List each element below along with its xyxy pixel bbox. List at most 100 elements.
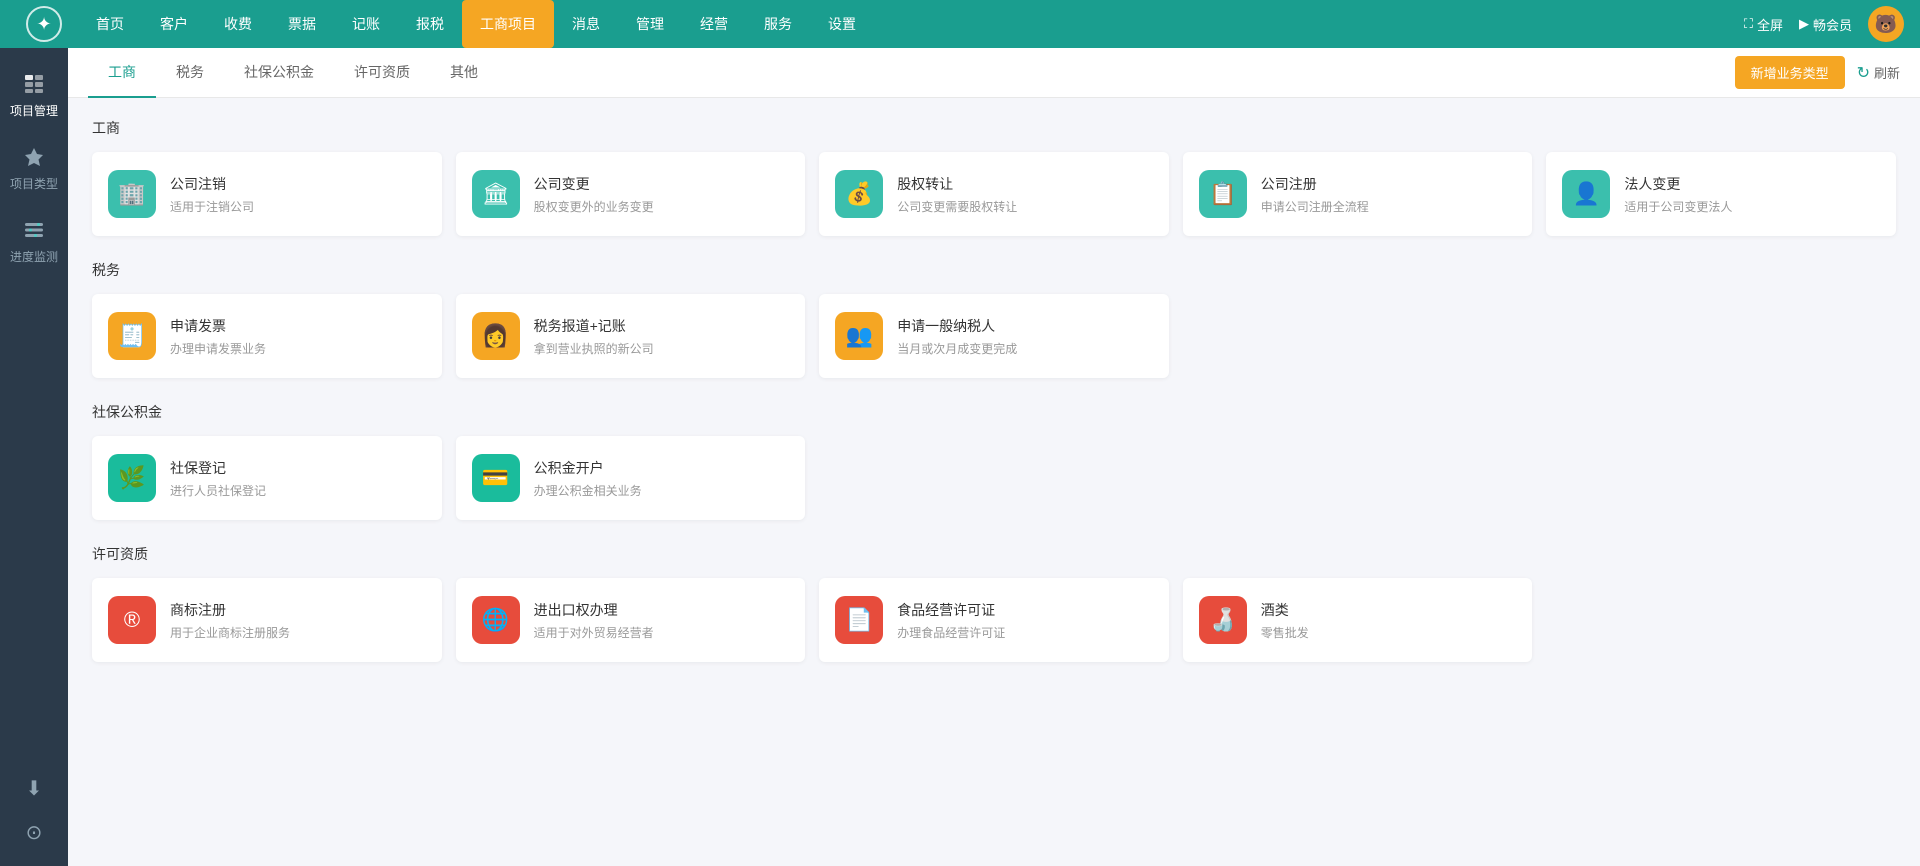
project-type-icon [20,143,48,171]
sidebar-item-project-management[interactable]: 项目管理 [0,58,68,131]
service-card-1-2[interactable]: 👥申请一般纳税人当月或次月成变更完成 [819,294,1169,378]
card-info-3-0: 商标注册用于企业商标注册服务 [170,600,290,641]
sidebar-item-progress[interactable]: 进度监测 [0,204,68,277]
scroll-content[interactable]: 工商🏢公司注销适用于注销公司🏛公司变更股权变更外的业务变更💰股权转让公司变更需要… [68,98,1920,866]
nav-right: ⛶ 全屏 ▶ 畅会员 🐻 [1744,6,1920,42]
nav-item-客户[interactable]: 客户 [142,0,206,48]
nav-item-报税[interactable]: 报税 [398,0,462,48]
card-desc-1-1: 拿到营业执照的新公司 [534,340,654,357]
sidebar: 项目管理 项目类型 进度监测 [0,48,68,866]
card-info-0-0: 公司注销适用于注销公司 [170,174,254,215]
card-title-1-2: 申请一般纳税人 [897,316,1017,336]
card-info-1-2: 申请一般纳税人当月或次月成变更完成 [897,316,1017,357]
sidebar-item-label: 项目类型 [10,175,58,192]
card-info-0-4: 法人变更适用于公司变更法人 [1624,174,1732,215]
card-info-3-1: 进出口权办理适用于对外贸易经营者 [534,600,654,641]
nav-item-管理[interactable]: 管理 [618,0,682,48]
tab-许可资质[interactable]: 许可资质 [334,48,430,98]
section-title-1: 税务 [92,260,1896,280]
card-icon-0-3: 📋 [1199,170,1247,218]
nav-item-服务[interactable]: 服务 [746,0,810,48]
sidebar-item-label: 项目管理 [10,102,58,119]
card-desc-1-2: 当月或次月成变更完成 [897,340,1017,357]
section-title-0: 工商 [92,118,1896,138]
card-info-2-0: 社保登记进行人员社保登记 [170,458,266,499]
service-card-3-2[interactable]: 📄 食品经营许可证办理食品经营许可证 [819,578,1169,662]
section-0: 工商🏢公司注销适用于注销公司🏛公司变更股权变更外的业务变更💰股权转让公司变更需要… [92,118,1896,236]
section-3: 许可资质 ® 商标注册用于企业商标注册服务 🌐 进出口权办理适用于对外贸易经营者 📄 食品经… [92,544,1896,662]
fullscreen-label: 全屏 [1757,15,1783,34]
tab-工商[interactable]: 工商 [88,48,156,98]
card-desc-3-3: 零售批发 [1261,624,1309,641]
card-title-1-0: 申请发票 [170,316,266,336]
card-desc-3-1: 适用于对外贸易经营者 [534,624,654,641]
card-title-1-1: 税务报道+记账 [534,316,654,336]
card-title-0-1: 公司变更 [534,174,654,194]
service-card-2-0[interactable]: 🌿 社保登记进行人员社保登记 [92,436,442,520]
service-card-3-3[interactable]: 🍶 酒类零售批发 [1183,578,1533,662]
service-card-1-0[interactable]: 🧾申请发票办理申请发票业务 [92,294,442,378]
download-icon[interactable]: ⬇ [16,770,52,806]
card-info-1-0: 申请发票办理申请发票业务 [170,316,266,357]
refresh-button[interactable]: ↻刷新 [1857,63,1900,83]
card-title-3-3: 酒类 [1261,600,1309,620]
service-card-0-4[interactable]: 👤 法人变更适用于公司变更法人 [1546,152,1896,236]
service-card-0-3[interactable]: 📋公司注册申请公司注册全流程 [1183,152,1533,236]
service-card-0-1[interactable]: 🏛公司变更股权变更外的业务变更 [456,152,806,236]
cards-grid-2: 🌿 社保登记进行人员社保登记 💳 公积金开户办理公积金相关业务 [92,436,1896,520]
card-title-0-3: 公司注册 [1261,174,1369,194]
section-title-3: 许可资质 [92,544,1896,564]
service-card-2-1[interactable]: 💳 公积金开户办理公积金相关业务 [456,436,806,520]
card-title-0-4: 法人变更 [1624,174,1732,194]
card-title-2-1: 公积金开户 [534,458,642,478]
card-desc-0-0: 适用于注销公司 [170,198,254,215]
card-title-0-0: 公司注销 [170,174,254,194]
service-card-3-1[interactable]: 🌐 进出口权办理适用于对外贸易经营者 [456,578,806,662]
nav-item-工商项目[interactable]: 工商项目 [462,0,554,48]
top-navigation: ✦ 首页客户收费票据记账报税工商项目消息管理经营服务设置 ⛶ 全屏 ▶ 畅会员 … [0,0,1920,48]
service-card-0-0[interactable]: 🏢 公司注销适用于注销公司 [92,152,442,236]
play-icon: ▶ [1799,16,1809,32]
card-desc-3-0: 用于企业商标注册服务 [170,624,290,641]
card-icon-3-1: 🌐 [472,596,520,644]
tab-税务[interactable]: 税务 [156,48,224,98]
card-icon-2-0: 🌿 [108,454,156,502]
nav-item-收费[interactable]: 收费 [206,0,270,48]
section-title-2: 社保公积金 [92,402,1896,422]
card-info-1-1: 税务报道+记账拿到营业执照的新公司 [534,316,654,357]
card-desc-0-2: 公司变更需要股权转让 [897,198,1017,215]
card-icon-0-0: 🏢 [108,170,156,218]
nav-item-经营[interactable]: 经营 [682,0,746,48]
nav-item-消息[interactable]: 消息 [554,0,618,48]
card-desc-3-2: 办理食品经营许可证 [897,624,1005,641]
card-desc-0-1: 股权变更外的业务变更 [534,198,654,215]
card-info-3-3: 酒类零售批发 [1261,600,1309,641]
card-title-2-0: 社保登记 [170,458,266,478]
tab-其他[interactable]: 其他 [430,48,498,98]
cards-grid-0: 🏢公司注销适用于注销公司🏛公司变更股权变更外的业务变更💰股权转让公司变更需要股权… [92,152,1896,236]
card-icon-3-0: ® [108,596,156,644]
cards-grid-3: ® 商标注册用于企业商标注册服务 🌐 进出口权办理适用于对外贸易经营者 📄 食品经营许可证… [92,578,1896,662]
nav-item-票据[interactable]: 票据 [270,0,334,48]
service-card-0-2[interactable]: 💰股权转让公司变更需要股权转让 [819,152,1169,236]
fullscreen-button[interactable]: ⛶ 全屏 [1744,15,1783,34]
vip-button[interactable]: ▶ 畅会员 [1799,15,1852,34]
card-icon-2-1: 💳 [472,454,520,502]
card-icon-0-4: 👤 [1562,170,1610,218]
tab-社保公积金[interactable]: 社保公积金 [224,48,334,98]
sidebar-item-project-type[interactable]: 项目类型 [0,131,68,204]
nav-item-记账[interactable]: 记账 [334,0,398,48]
nav-item-设置[interactable]: 设置 [810,0,874,48]
service-card-1-1[interactable]: 👩税务报道+记账拿到营业执照的新公司 [456,294,806,378]
project-management-icon [20,70,48,98]
card-icon-3-3: 🍶 [1199,596,1247,644]
vip-label: 畅会员 [1813,15,1852,34]
card-info-2-1: 公积金开户办理公积金相关业务 [534,458,642,499]
card-info-0-1: 公司变更股权变更外的业务变更 [534,174,654,215]
card-icon-3-2: 📄 [835,596,883,644]
card-info-3-2: 食品经营许可证办理食品经营许可证 [897,600,1005,641]
nav-item-首页[interactable]: 首页 [78,0,142,48]
add-type-button[interactable]: 新增业务类型 [1735,56,1845,89]
service-card-3-0[interactable]: ® 商标注册用于企业商标注册服务 [92,578,442,662]
settings-circle-icon[interactable]: ⊙ [16,814,52,850]
